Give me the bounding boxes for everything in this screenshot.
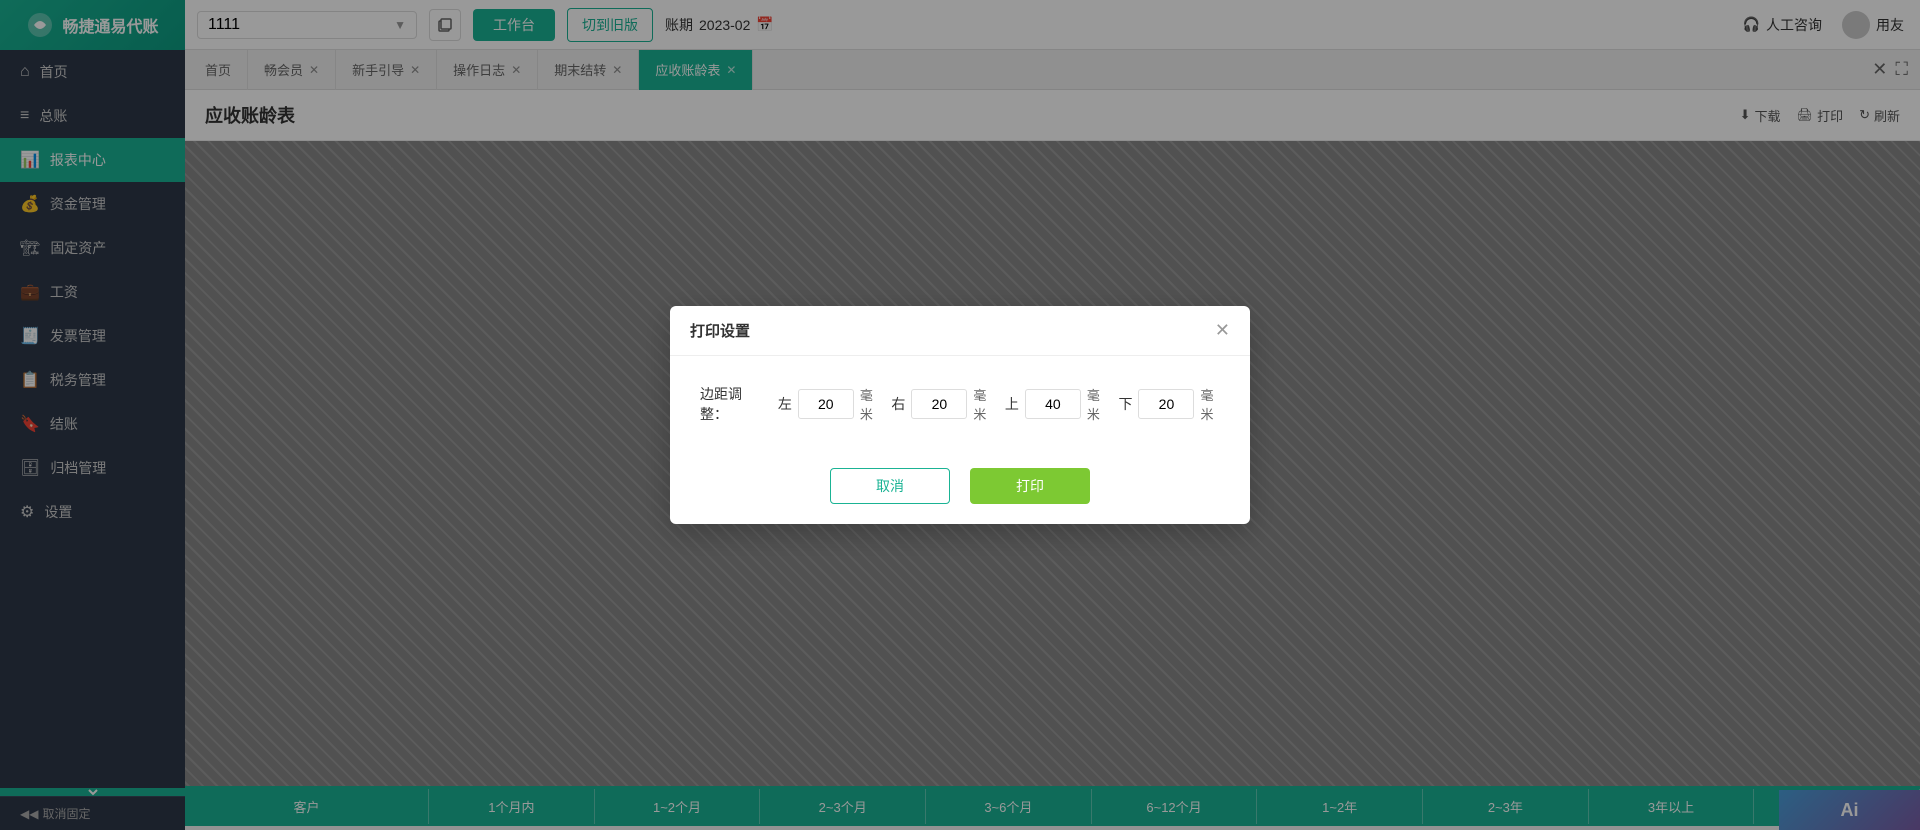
right-label: 右 <box>891 394 905 414</box>
modal-title: 打印设置 <box>690 320 750 341</box>
cancel-button[interactable]: 取消 <box>830 468 950 504</box>
bottom-label: 下 <box>1118 394 1132 414</box>
print-settings-modal: 打印设置 ✕ 边距调整： 左 毫米 右 毫米 上 毫米 <box>670 306 1250 524</box>
bottom-margin-input[interactable] <box>1138 389 1194 419</box>
margin-right-group: 右 毫米 <box>891 385 993 423</box>
modal-header: 打印设置 ✕ <box>670 306 1250 356</box>
margin-left-group: 左 毫米 <box>778 385 880 423</box>
left-label: 左 <box>778 394 792 414</box>
left-unit: 毫米 <box>860 385 880 423</box>
bottom-unit: 毫米 <box>1200 385 1220 423</box>
modal-footer: 取消 打印 <box>670 452 1250 524</box>
left-margin-input[interactable] <box>798 389 854 419</box>
modal-overlay[interactable]: 打印设置 ✕ 边距调整： 左 毫米 右 毫米 上 毫米 <box>0 0 1920 830</box>
margin-top-group: 上 毫米 <box>1005 385 1107 423</box>
margin-bottom-group: 下 毫米 <box>1118 385 1220 423</box>
top-unit: 毫米 <box>1087 385 1107 423</box>
margin-label: 边距调整： <box>700 384 766 424</box>
right-margin-input[interactable] <box>911 389 967 419</box>
top-margin-input[interactable] <box>1025 389 1081 419</box>
right-unit: 毫米 <box>973 385 993 423</box>
margin-row: 边距调整： 左 毫米 右 毫米 上 毫米 下 <box>700 384 1220 424</box>
print-confirm-button[interactable]: 打印 <box>970 468 1090 504</box>
modal-close-button[interactable]: ✕ <box>1215 320 1230 341</box>
top-label: 上 <box>1005 394 1019 414</box>
modal-body: 边距调整： 左 毫米 右 毫米 上 毫米 下 <box>670 356 1250 452</box>
